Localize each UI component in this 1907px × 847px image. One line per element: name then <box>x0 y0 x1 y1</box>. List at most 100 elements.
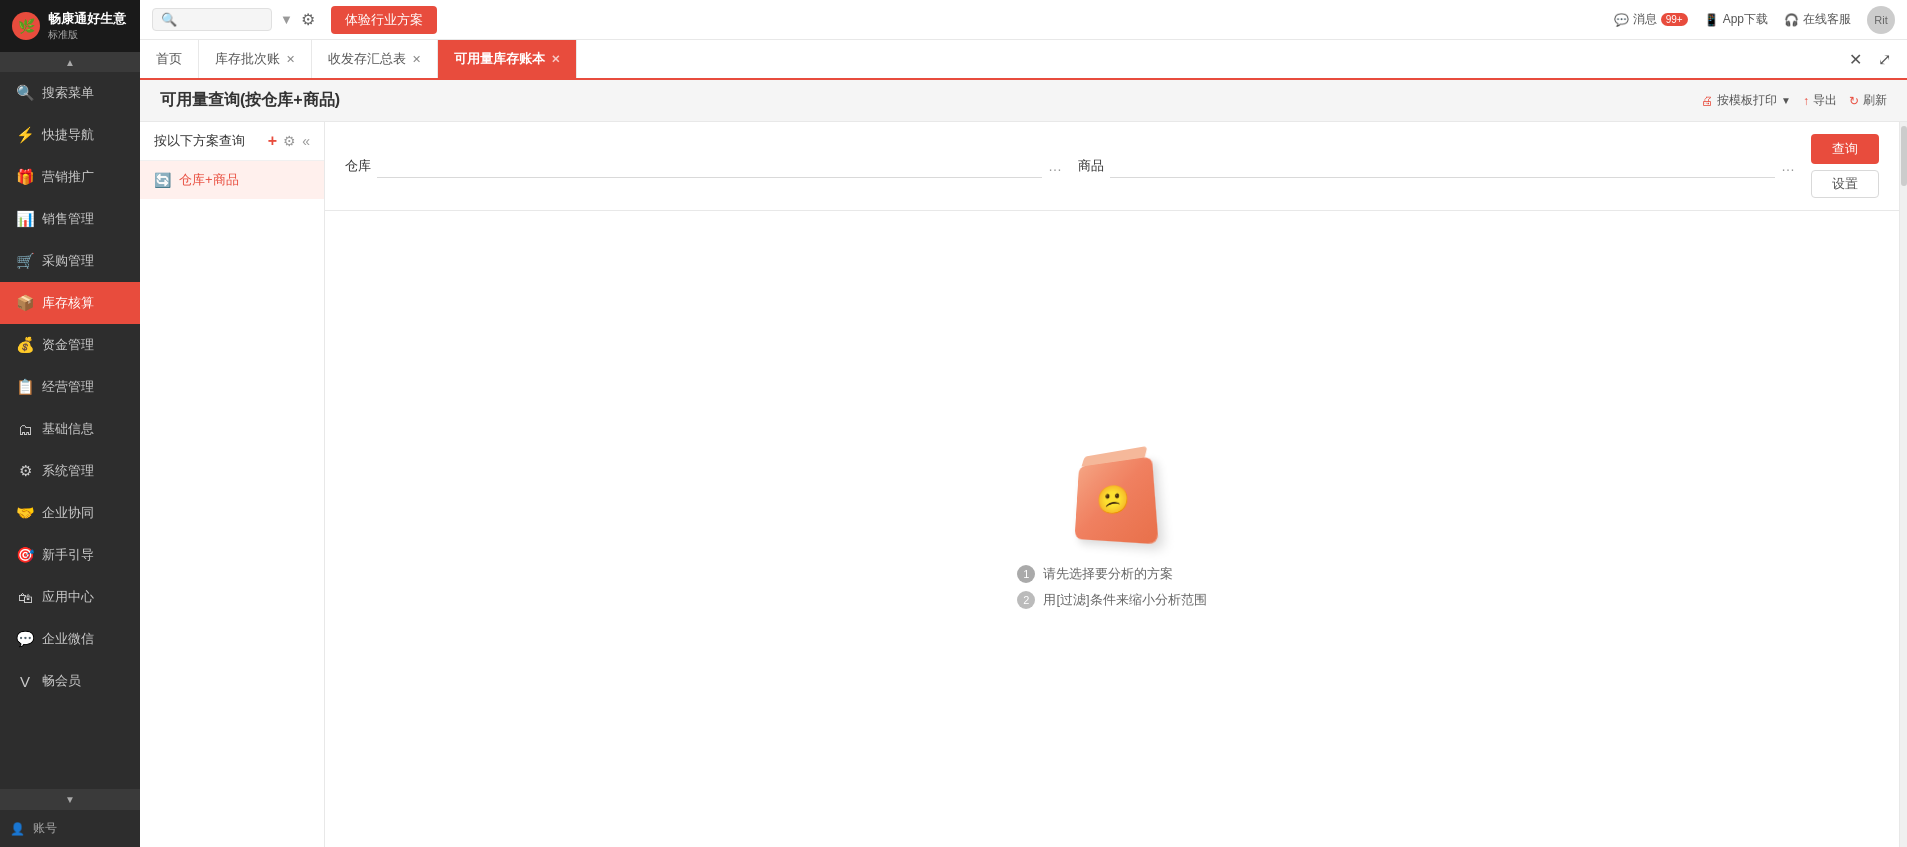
tab-home[interactable]: 首页 <box>140 40 199 78</box>
topbar-search-box[interactable]: 🔍 <box>152 8 272 31</box>
tip-number-1: 1 <box>1017 565 1035 583</box>
filter-settings-button[interactable]: 设置 <box>1811 170 1879 198</box>
app-download-btn[interactable]: 📱 App下载 <box>1704 11 1768 28</box>
sidebar-item-label: 企业协同 <box>42 504 94 522</box>
clipboard-icon: 📋 <box>16 378 34 396</box>
tab-batch-ledger-close[interactable]: ✕ <box>286 53 295 66</box>
sidebar-item-system[interactable]: ⚙ 系统管理 <box>0 450 140 492</box>
sidebar-item-sales[interactable]: 📊 销售管理 <box>0 198 140 240</box>
warehouse-input[interactable] <box>377 154 1042 178</box>
goods-more-btn[interactable]: … <box>1781 158 1795 174</box>
sidebar-item-label: 应用中心 <box>42 588 94 606</box>
scheme-panel: 按以下方案查询 + ⚙ « 🔄 仓库+商品 <box>140 122 325 847</box>
cart-icon: 🛒 <box>16 252 34 270</box>
tab-available-inventory[interactable]: 可用量库存账本 ✕ <box>438 40 577 78</box>
scheme-item-warehouse-goods[interactable]: 🔄 仓库+商品 <box>140 161 324 199</box>
sidebar-item-operations[interactable]: 📋 经营管理 <box>0 366 140 408</box>
dropdown-icon[interactable]: ▼ <box>280 12 293 27</box>
scrollbar-thumb[interactable] <box>1901 126 1907 186</box>
chart-icon: 📊 <box>16 210 34 228</box>
app-subtitle: 标准版 <box>48 28 126 42</box>
query-button[interactable]: 查询 <box>1811 134 1879 164</box>
sidebar-item-label: 新手引导 <box>42 546 94 564</box>
sidebar-item-wechat[interactable]: 💬 企业微信 <box>0 618 140 660</box>
scheme-settings-button[interactable]: ⚙ <box>283 133 296 149</box>
scheme-panel-header: 按以下方案查询 + ⚙ « <box>140 122 324 161</box>
refresh-button[interactable]: ↻ 刷新 <box>1849 92 1887 109</box>
sidebar-item-base-info[interactable]: 🗂 基础信息 <box>0 408 140 450</box>
sidebar-item-appstore[interactable]: 🛍 应用中心 <box>0 576 140 618</box>
sidebar-item-label: 快捷导航 <box>42 126 94 144</box>
sidebar-item-newbie[interactable]: 🎯 新手引导 <box>0 534 140 576</box>
page-header: 可用量查询(按仓库+商品) 🖨 按模板打印 ▼ ↑ 导出 ↻ 刷新 <box>140 80 1907 122</box>
filter-row: 仓库 … 商品 … 查询 设置 <box>325 122 1899 211</box>
close-tab-button[interactable]: ✕ <box>1843 48 1868 71</box>
search-input[interactable] <box>181 13 261 27</box>
print-template-button[interactable]: 🖨 按模板打印 ▼ <box>1701 92 1791 109</box>
sidebar-item-member[interactable]: V 畅会员 <box>0 660 140 702</box>
sidebar-item-label: 采购管理 <box>42 252 94 270</box>
tabs-actions: ✕ ⤢ <box>1833 48 1907 71</box>
tab-home-label: 首页 <box>156 50 182 68</box>
handshake-icon: 🤝 <box>16 504 34 522</box>
sidebar-scroll-up[interactable]: ▲ <box>0 52 140 72</box>
tab-available-inventory-close[interactable]: ✕ <box>551 53 560 66</box>
customer-service-btn[interactable]: 🎧 在线客服 <box>1784 11 1851 28</box>
export-button[interactable]: ↑ 导出 <box>1803 92 1837 109</box>
goods-input[interactable] <box>1110 154 1775 178</box>
sidebar: 🌿 畅康通好生意 标准版 ▲ 🔍 搜索菜单 ⚡ 快捷导航 🎁 营销推广 📊 销售… <box>0 0 140 847</box>
sidebar-item-collab[interactable]: 🤝 企业协同 <box>0 492 140 534</box>
sidebar-footer[interactable]: 👤 账号 <box>0 809 140 847</box>
sidebar-item-inventory[interactable]: 📦 库存核算 <box>0 282 140 324</box>
sidebar-scroll-down[interactable]: ▼ <box>0 789 140 809</box>
export-icon: ↑ <box>1803 94 1809 108</box>
folder-icon: 🗂 <box>16 421 34 438</box>
tab-summary[interactable]: 收发存汇总表 ✕ <box>312 40 438 78</box>
sidebar-item-label: 经营管理 <box>42 378 94 396</box>
message-btn[interactable]: 💬 消息 99+ <box>1614 11 1688 28</box>
goods-label: 商品 <box>1078 157 1104 175</box>
sidebar-item-finance[interactable]: 💰 资金管理 <box>0 324 140 366</box>
empty-illustration <box>1062 449 1162 549</box>
vip-icon: V <box>16 673 34 690</box>
sidebar-item-label: 搜索菜单 <box>42 84 94 102</box>
tip-number-2: 2 <box>1017 591 1035 609</box>
scheme-refresh-icon: 🔄 <box>154 172 171 188</box>
tab-batch-ledger[interactable]: 库存批次账 ✕ <box>199 40 312 78</box>
sidebar-item-label: 系统管理 <box>42 462 94 480</box>
tab-summary-close[interactable]: ✕ <box>412 53 421 66</box>
headset-icon: 🎧 <box>1784 13 1799 27</box>
gear-icon: ⚙ <box>16 462 34 480</box>
store-icon: 🛍 <box>16 589 34 606</box>
filter-actions: 查询 设置 <box>1811 134 1879 198</box>
footer-label: 账号 <box>33 820 57 837</box>
target-icon: 🎯 <box>16 546 34 564</box>
warehouse-more-btn[interactable]: … <box>1048 158 1062 174</box>
sidebar-item-label: 资金管理 <box>42 336 94 354</box>
topbar-right: 💬 消息 99+ 📱 App下载 🎧 在线客服 Rit <box>1614 6 1895 34</box>
tab-summary-label: 收发存汇总表 <box>328 50 406 68</box>
maximize-tab-button[interactable]: ⤢ <box>1872 48 1897 71</box>
sidebar-item-purchase[interactable]: 🛒 采购管理 <box>0 240 140 282</box>
sidebar-item-label: 企业微信 <box>42 630 94 648</box>
lightning-icon: ⚡ <box>16 126 34 144</box>
settings-icon[interactable]: ⚙ <box>301 10 315 29</box>
export-label: 导出 <box>1813 92 1837 109</box>
tip-item-1: 1 请先选择要分析的方案 <box>1017 565 1206 583</box>
add-scheme-button[interactable]: + <box>268 132 277 150</box>
avatar[interactable]: Rit <box>1867 6 1895 34</box>
scheme-collapse-button[interactable]: « <box>302 133 310 149</box>
main-area: 🔍 ▼ ⚙ 体验行业方案 💬 消息 99+ 📱 App下载 🎧 在线客服 Rit <box>140 0 1907 847</box>
sidebar-item-quicknav[interactable]: ⚡ 快捷导航 <box>0 114 140 156</box>
sidebar-item-search[interactable]: 🔍 搜索菜单 <box>0 72 140 114</box>
warehouse-filter: 仓库 … <box>345 154 1062 178</box>
search-icon: 🔍 <box>16 84 34 102</box>
mobile-icon: 📱 <box>1704 13 1719 27</box>
print-dropdown-icon[interactable]: ▼ <box>1781 95 1791 106</box>
message-icon: 💬 <box>1614 13 1629 27</box>
search-icon: 🔍 <box>161 12 177 27</box>
sidebar-item-marketing[interactable]: 🎁 营销推广 <box>0 156 140 198</box>
scheme-item-label: 仓库+商品 <box>179 171 239 189</box>
industry-solution-button[interactable]: 体验行业方案 <box>331 6 437 34</box>
query-area: 仓库 … 商品 … 查询 设置 <box>325 122 1899 847</box>
